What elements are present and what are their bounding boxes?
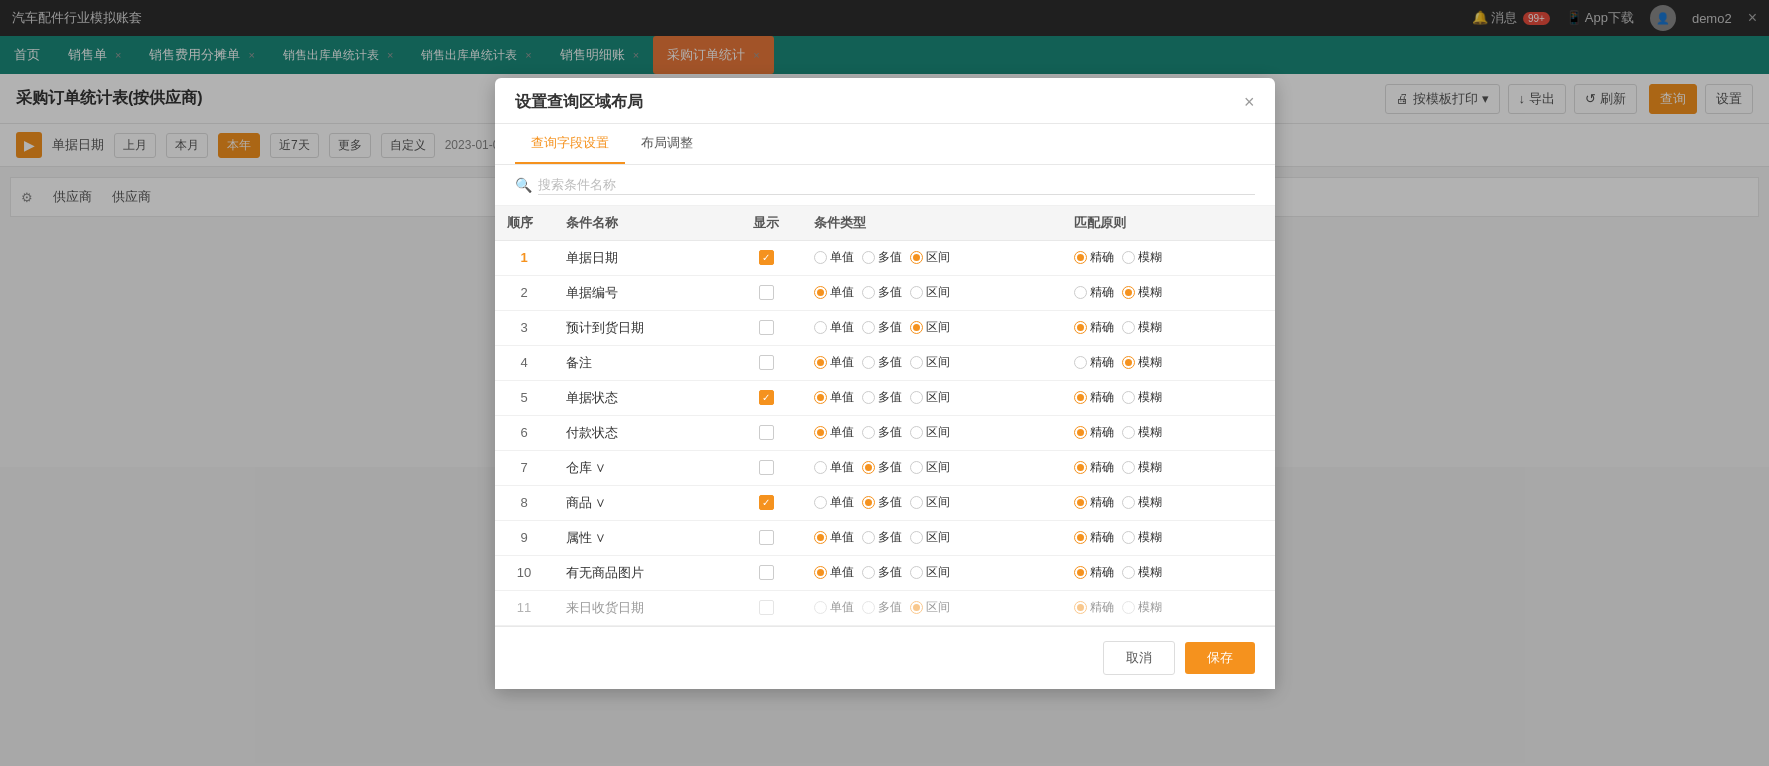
row-condition-name: 单据状态 <box>554 380 731 415</box>
row-num: 4 <box>495 345 554 380</box>
row-show-checkbox[interactable] <box>731 345 802 380</box>
dialog-tabs: 查询字段设置 布局调整 <box>495 124 1275 165</box>
radio-match-模糊[interactable]: 模糊 <box>1122 319 1162 336</box>
row-type-options: 单值多值区间 <box>802 275 1062 310</box>
table-row: 5单据状态单值多值区间精确模糊 <box>495 380 1275 415</box>
radio-match-模糊[interactable]: 模糊 <box>1122 284 1162 301</box>
row-condition-name: 单据编号 <box>554 275 731 310</box>
row-match-options: 精确模糊 <box>1062 310 1275 345</box>
row-condition-name: 备注 <box>554 345 731 380</box>
radio-type-区间[interactable]: 区间 <box>910 389 950 406</box>
row-match-options: 精确模糊 <box>1062 275 1275 310</box>
table-row: 6付款状态单值多值区间精确模糊 <box>495 415 1275 450</box>
radio-match-模糊[interactable]: 模糊 <box>1122 389 1162 406</box>
table-row: 3预计到货日期单值多值区间精确模糊 <box>495 310 1275 345</box>
col-header-shunxu: 顺序 <box>495 206 554 241</box>
radio-match-精确[interactable]: 精确 <box>1074 319 1114 336</box>
row-num: 3 <box>495 310 554 345</box>
radio-match-精确[interactable]: 精确 <box>1074 389 1114 406</box>
row-type-options: 单值多值区间 <box>802 380 1062 415</box>
row-num: 1 <box>495 240 554 275</box>
dialog-overlay: 设置查询区域布局 × 查询字段设置 布局调整 🔍 顺序 条件名称 显示 条件类型 <box>0 0 1769 467</box>
radio-match-模糊[interactable]: 模糊 <box>1122 354 1162 371</box>
col-header-match: 匹配原则 <box>1062 206 1275 241</box>
row-match-options: 精确模糊 <box>1062 450 1275 467</box>
radio-type-多值[interactable]: 多值 <box>862 249 902 266</box>
col-header-type: 条件类型 <box>802 206 1062 241</box>
radio-type-多值[interactable]: 多值 <box>862 459 902 467</box>
table-row: 1单据日期单值多值区间精确模糊 <box>495 240 1275 275</box>
row-condition-name: 预计到货日期 <box>554 310 731 345</box>
radio-match-模糊[interactable]: 模糊 <box>1122 249 1162 266</box>
radio-type-多值[interactable]: 多值 <box>862 389 902 406</box>
settings-dialog: 设置查询区域布局 × 查询字段设置 布局调整 🔍 顺序 条件名称 显示 条件类型 <box>495 78 1275 468</box>
row-type-options: 单值多值区间 <box>802 240 1062 275</box>
dialog-header: 设置查询区域布局 × <box>495 78 1275 124</box>
tab-query-fields[interactable]: 查询字段设置 <box>515 124 625 164</box>
radio-type-单值[interactable]: 单值 <box>814 424 854 441</box>
row-num: 7 <box>495 450 554 467</box>
radio-match-精确[interactable]: 精确 <box>1074 459 1114 467</box>
table-row: 7仓库 ∨单值多值区间精确模糊 <box>495 450 1275 467</box>
radio-type-区间[interactable]: 区间 <box>910 354 950 371</box>
row-condition-name: 单据日期 <box>554 240 731 275</box>
radio-type-多值[interactable]: 多值 <box>862 319 902 336</box>
row-show-checkbox[interactable] <box>731 275 802 310</box>
radio-type-区间[interactable]: 区间 <box>910 459 950 467</box>
dialog-close-btn[interactable]: × <box>1244 92 1255 113</box>
radio-match-模糊[interactable]: 模糊 <box>1122 459 1162 467</box>
row-match-options: 精确模糊 <box>1062 345 1275 380</box>
col-header-show: 显示 <box>731 206 802 241</box>
radio-type-单值[interactable]: 单值 <box>814 459 854 467</box>
col-header-name: 条件名称 <box>554 206 731 241</box>
row-num: 6 <box>495 415 554 450</box>
row-show-checkbox[interactable] <box>731 310 802 345</box>
row-num: 2 <box>495 275 554 310</box>
radio-match-精确[interactable]: 精确 <box>1074 284 1114 301</box>
row-condition-name: 仓库 ∨ <box>554 450 731 467</box>
table-row: 4备注单值多值区间精确模糊 <box>495 345 1275 380</box>
row-show-checkbox[interactable] <box>731 240 802 275</box>
search-input[interactable] <box>538 175 1255 195</box>
radio-match-模糊[interactable]: 模糊 <box>1122 424 1162 441</box>
radio-type-单值[interactable]: 单值 <box>814 319 854 336</box>
dialog-search-bar: 🔍 <box>495 165 1275 206</box>
radio-type-单值[interactable]: 单值 <box>814 354 854 371</box>
row-show-checkbox[interactable] <box>731 380 802 415</box>
dialog-title: 设置查询区域布局 <box>515 92 643 113</box>
row-type-options: 单值多值区间 <box>802 310 1062 345</box>
row-match-options: 精确模糊 <box>1062 380 1275 415</box>
row-num: 5 <box>495 380 554 415</box>
radio-type-多值[interactable]: 多值 <box>862 424 902 441</box>
row-condition-name: 付款状态 <box>554 415 731 450</box>
radio-type-区间[interactable]: 区间 <box>910 284 950 301</box>
row-match-options: 精确模糊 <box>1062 415 1275 450</box>
radio-type-单值[interactable]: 单值 <box>814 249 854 266</box>
radio-type-单值[interactable]: 单值 <box>814 389 854 406</box>
table-row: 2单据编号单值多值区间精确模糊 <box>495 275 1275 310</box>
row-type-options: 单值多值区间 <box>802 345 1062 380</box>
search-icon: 🔍 <box>515 177 532 193</box>
row-type-options: 单值多值区间 <box>802 450 1062 467</box>
radio-match-精确[interactable]: 精确 <box>1074 354 1114 371</box>
radio-match-精确[interactable]: 精确 <box>1074 424 1114 441</box>
radio-type-单值[interactable]: 单值 <box>814 284 854 301</box>
tab-layout-adjust[interactable]: 布局调整 <box>625 124 709 164</box>
dialog-table: 顺序 条件名称 显示 条件类型 匹配原则 1单据日期单值多值区间精确模糊2单据编… <box>495 206 1275 468</box>
row-match-options: 精确模糊 <box>1062 240 1275 275</box>
radio-type-区间[interactable]: 区间 <box>910 249 950 266</box>
radio-match-精确[interactable]: 精确 <box>1074 249 1114 266</box>
row-type-options: 单值多值区间 <box>802 415 1062 450</box>
radio-type-多值[interactable]: 多值 <box>862 284 902 301</box>
row-show-checkbox[interactable] <box>731 415 802 450</box>
radio-type-区间[interactable]: 区间 <box>910 319 950 336</box>
radio-type-多值[interactable]: 多值 <box>862 354 902 371</box>
row-show-checkbox[interactable] <box>731 450 802 467</box>
radio-type-区间[interactable]: 区间 <box>910 424 950 441</box>
